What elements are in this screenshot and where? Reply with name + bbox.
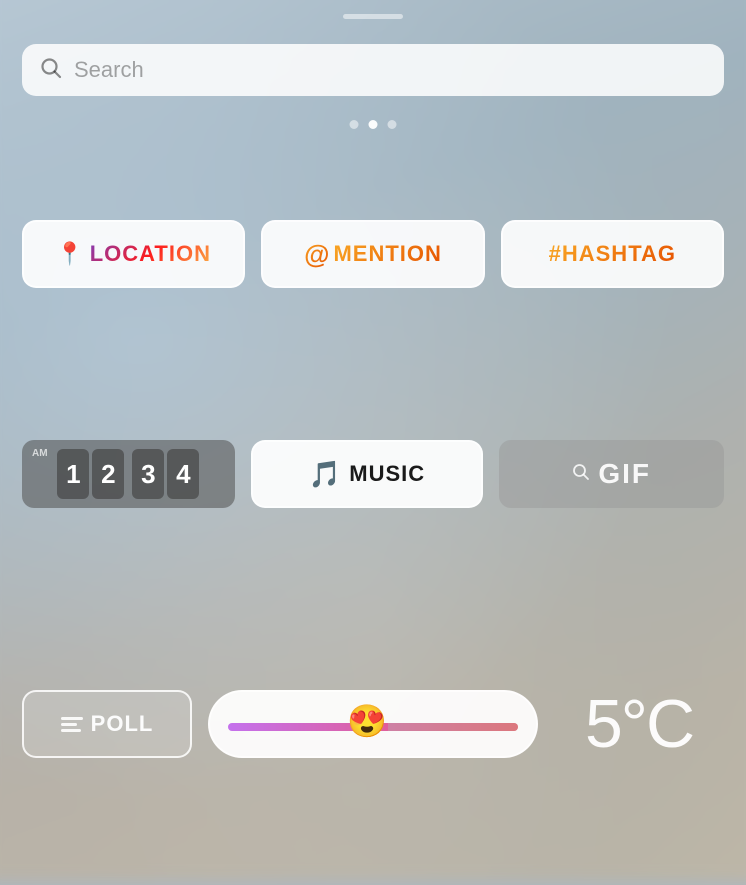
- temperature-value: 5°C: [585, 685, 693, 763]
- clock-digit-4: 4: [167, 449, 199, 499]
- temperature-sticker[interactable]: 5°C: [554, 685, 724, 763]
- clock-digit-1: 1: [57, 449, 89, 499]
- location-label: LOCATION: [90, 241, 211, 267]
- page-dots: [350, 120, 397, 129]
- search-icon: [40, 57, 62, 83]
- drag-handle[interactable]: [343, 14, 403, 19]
- location-sticker[interactable]: 📍 LOCATION: [22, 220, 245, 288]
- mention-label: MENTION: [333, 241, 441, 267]
- poll-label: POLL: [91, 711, 154, 737]
- poll-sticker[interactable]: POLL: [22, 690, 192, 758]
- main-container: Search 📍 LOCATION @ MENTION #HASHTAG AM …: [0, 0, 746, 863]
- gif-label: GIF: [598, 458, 651, 490]
- music-sticker[interactable]: 🎵 MUSIC: [251, 440, 484, 508]
- music-label: MUSIC: [349, 461, 425, 487]
- sticker-row-1: 📍 LOCATION @ MENTION #HASHTAG: [22, 220, 724, 288]
- slider-emoji: 😍: [347, 705, 387, 737]
- sticker-row-2: AM 1 2 3 4 🎵 MUSIC GIF: [22, 440, 724, 508]
- search-placeholder-text: Search: [74, 57, 144, 83]
- sticker-row-3: POLL 😍 5°C: [22, 685, 724, 763]
- dot-1[interactable]: [350, 120, 359, 129]
- clock-am-label: AM: [32, 448, 48, 459]
- gif-search-icon: [572, 463, 590, 486]
- clock-digit-2: 2: [92, 449, 124, 499]
- mention-at-symbol: @: [304, 239, 329, 270]
- clock-digit-3: 3: [132, 449, 164, 499]
- music-icon: 🎵: [309, 459, 341, 490]
- clock-sticker[interactable]: AM 1 2 3 4: [22, 440, 235, 508]
- hashtag-sticker[interactable]: #HASHTAG: [501, 220, 724, 288]
- emoji-slider-sticker[interactable]: 😍: [208, 690, 538, 758]
- dot-2[interactable]: [369, 120, 378, 129]
- hashtag-label: #HASHTAG: [549, 241, 676, 267]
- mention-sticker[interactable]: @ MENTION: [261, 220, 484, 288]
- search-bar[interactable]: Search: [22, 44, 724, 96]
- location-pin-icon: 📍: [56, 241, 83, 267]
- slider-track: 😍: [228, 723, 518, 731]
- poll-lines-icon: [61, 717, 83, 732]
- gif-sticker[interactable]: GIF: [499, 440, 724, 508]
- dot-3[interactable]: [388, 120, 397, 129]
